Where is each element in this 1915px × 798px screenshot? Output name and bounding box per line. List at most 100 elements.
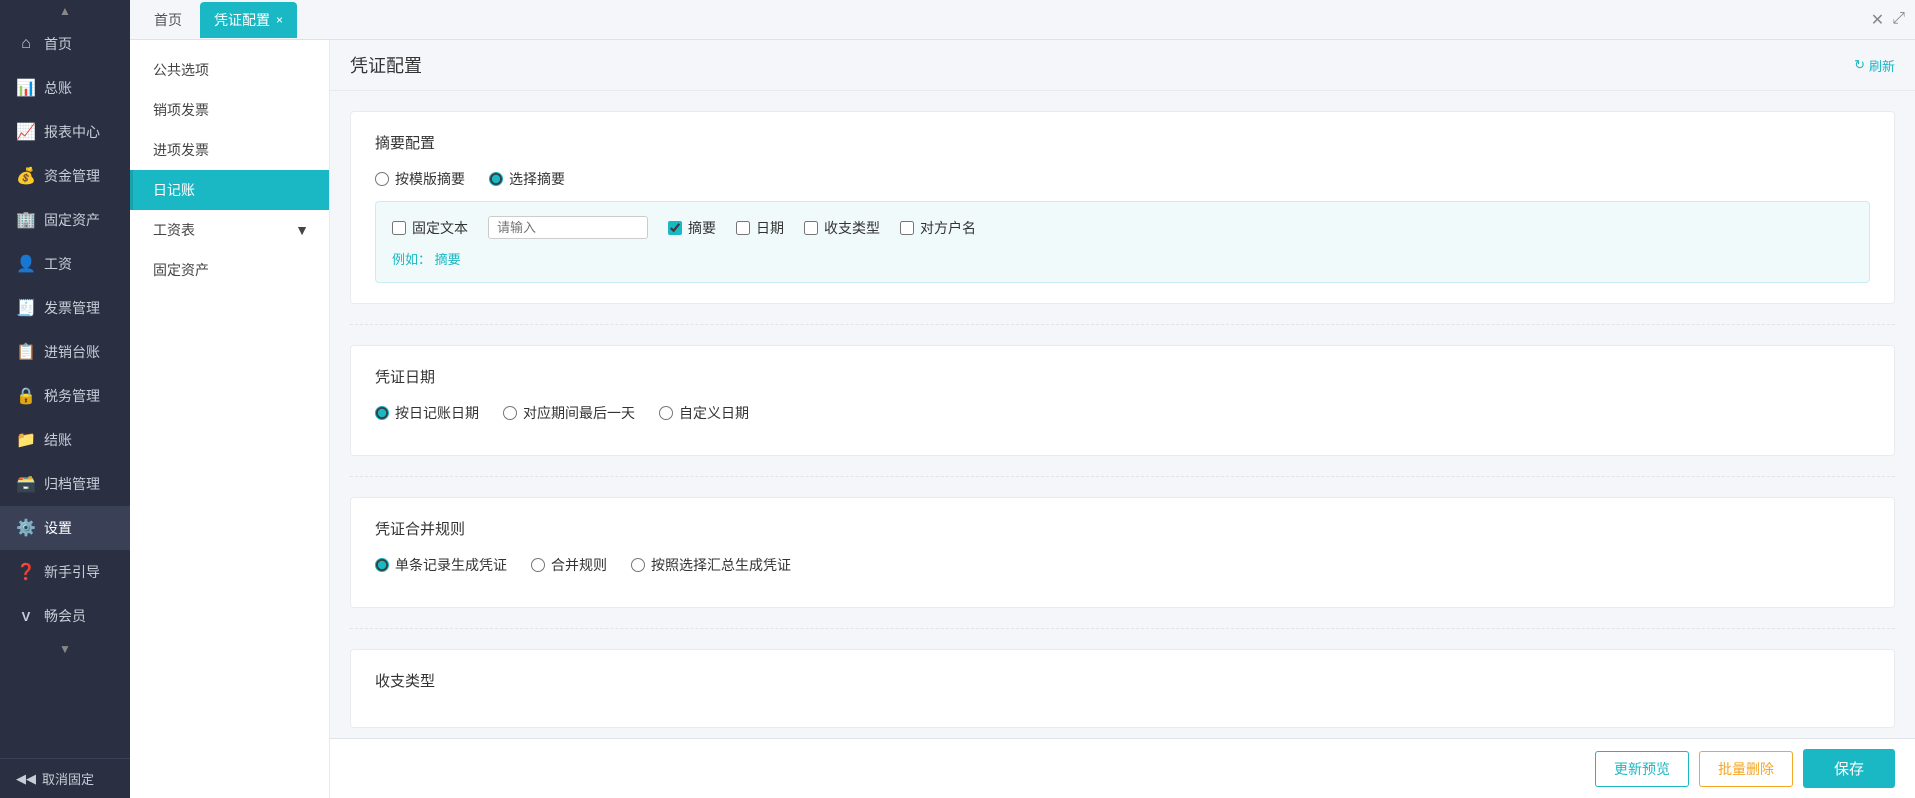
right-content: 摘要配置 按模版摘要 选择摘要	[330, 91, 1915, 738]
purchase-sale-icon: 📋	[16, 342, 36, 362]
sidebar-item-guide[interactable]: ❓ 新手引导	[0, 550, 130, 594]
abstract-mode-select-radio[interactable]	[489, 172, 503, 186]
checkbox-income-type[interactable]: 收支类型	[804, 218, 880, 238]
abstract-options-panel: 固定文本 摘要 日期	[375, 201, 1870, 283]
merge-single-radio[interactable]	[375, 558, 389, 572]
abstract-config-section: 摘要配置 按模版摘要 选择摘要	[350, 111, 1895, 304]
save-button[interactable]: 保存	[1803, 749, 1895, 788]
counterpart-checkbox[interactable]	[900, 221, 914, 235]
archive-icon: 🗃️	[16, 474, 36, 494]
tab-bar-actions: ✕ ⤢	[1871, 10, 1905, 30]
settings-icon: ⚙️	[16, 518, 36, 538]
sidebar-item-home[interactable]: ⌂ 首页	[0, 22, 130, 66]
sidebar-unpin-button[interactable]: ◀◀ 取消固定	[0, 758, 130, 798]
nav-purchase-invoice[interactable]: 进项发票	[130, 130, 329, 170]
invoice-mgmt-icon: 🧾	[16, 298, 36, 318]
checkbox-fixed-text[interactable]: 固定文本	[392, 218, 468, 238]
sidebar-item-vip[interactable]: V 畅会员	[0, 594, 130, 638]
sidebar: ▲ ⌂ 首页 📊 总账 📈 报表中心 💰 资金管理 🏢 固定资产 👤 工资 🧾 …	[0, 0, 130, 798]
merge-option-rule[interactable]: 合并规则	[531, 555, 607, 575]
fixed-text-input[interactable]	[488, 216, 648, 239]
vip-icon: V	[16, 609, 36, 624]
tab-voucher-config[interactable]: 凭证配置 ×	[200, 2, 297, 38]
merge-option-single[interactable]: 单条记录生成凭证	[375, 555, 507, 575]
fixed-text-checkbox[interactable]	[392, 221, 406, 235]
date-checkbox[interactable]	[736, 221, 750, 235]
sidebar-item-purchase-sale[interactable]: 📋 进销台账	[0, 330, 130, 374]
tab-bar: 首页 凭证配置 × ✕ ⤢	[130, 0, 1915, 40]
date-section-title: 凭证日期	[375, 366, 1870, 387]
abstract-mode-template[interactable]: 按模版摘要	[375, 169, 465, 189]
tax-icon: 🔒	[16, 386, 36, 406]
left-nav: 公共选项 销项发票 进项发票 日记账 工资表 ▼ 固定资产	[130, 40, 330, 798]
main-area: 首页 凭证配置 × ✕ ⤢ 公共选项 销项发票 进项发票 日记账	[130, 0, 1915, 798]
income-type-checkbox[interactable]	[804, 221, 818, 235]
checkbox-abstract[interactable]: 摘要	[668, 218, 716, 238]
date-option-custom[interactable]: 自定义日期	[659, 403, 749, 423]
reports-icon: 📈	[16, 122, 36, 142]
merge-radio-group: 单条记录生成凭证 合并规则 按照选择汇总生成凭证	[375, 555, 1870, 575]
date-radio-group: 按日记账日期 对应期间最后一天 自定义日期	[375, 403, 1870, 423]
nav-payroll-arrow: ▼	[295, 222, 309, 238]
tab-home[interactable]: 首页	[140, 2, 196, 38]
nav-journal[interactable]: 日记账	[130, 170, 329, 210]
refresh-button[interactable]: ↻ 刷新	[1854, 56, 1895, 75]
funds-icon: 💰	[16, 166, 36, 186]
date-option-journal[interactable]: 按日记账日期	[375, 403, 479, 423]
sidebar-item-salary[interactable]: 👤 工资	[0, 242, 130, 286]
close-accounts-icon: 📁	[16, 430, 36, 450]
date-journal-radio[interactable]	[375, 406, 389, 420]
page-header: 凭证配置 ↻ 刷新	[330, 40, 1915, 91]
content-area: 公共选项 销项发票 进项发票 日记账 工资表 ▼ 固定资产 凭证配置	[130, 40, 1915, 798]
batch-delete-button[interactable]: 批量删除	[1699, 751, 1793, 787]
refresh-icon: ↻	[1854, 57, 1865, 73]
merge-option-select-total[interactable]: 按照选择汇总生成凭证	[631, 555, 791, 575]
nav-public[interactable]: 公共选项	[130, 50, 329, 90]
abstract-mode-template-radio[interactable]	[375, 172, 389, 186]
abstract-example: 例如： 摘要	[392, 249, 1853, 268]
nav-payroll[interactable]: 工资表 ▼	[130, 210, 329, 250]
salary-icon: 👤	[16, 254, 36, 274]
checkbox-counterpart[interactable]: 对方户名	[900, 218, 976, 238]
abstract-mode-radio-group: 按模版摘要 选择摘要	[375, 169, 1870, 189]
sidebar-item-settings[interactable]: ⚙️ 设置	[0, 506, 130, 550]
sidebar-item-assets[interactable]: 🏢 固定资产	[0, 198, 130, 242]
sidebar-item-ledger[interactable]: 📊 总账	[0, 66, 130, 110]
date-option-period-last[interactable]: 对应期间最后一天	[503, 403, 635, 423]
sidebar-item-funds[interactable]: 💰 资金管理	[0, 154, 130, 198]
sidebar-item-reports[interactable]: 📈 报表中心	[0, 110, 130, 154]
merge-rule-section: 凭证合并规则 单条记录生成凭证 合并规则	[350, 497, 1895, 608]
merge-select-total-radio[interactable]	[631, 558, 645, 572]
unpin-icon: ◀◀	[16, 771, 36, 787]
sidebar-item-close[interactable]: 📁 结账	[0, 418, 130, 462]
home-icon: ⌂	[16, 35, 36, 53]
maximize-button[interactable]: ⤢	[1892, 10, 1905, 30]
guide-icon: ❓	[16, 562, 36, 582]
abstract-section-title: 摘要配置	[375, 132, 1870, 153]
merge-section-title: 凭证合并规则	[375, 518, 1870, 539]
date-period-last-radio[interactable]	[503, 406, 517, 420]
income-type-section-title: 收支类型	[375, 670, 1870, 691]
bottom-bar: 更新预览 批量删除 保存	[330, 738, 1915, 798]
update-preview-button[interactable]: 更新预览	[1595, 751, 1689, 787]
assets-icon: 🏢	[16, 210, 36, 230]
abstract-options-row: 固定文本 摘要 日期	[392, 216, 1853, 239]
sidebar-scroll-up[interactable]: ▲	[0, 0, 130, 22]
income-type-section: 收支类型	[350, 649, 1895, 728]
merge-rule-radio[interactable]	[531, 558, 545, 572]
date-custom-radio[interactable]	[659, 406, 673, 420]
abstract-mode-select[interactable]: 选择摘要	[489, 169, 565, 189]
sidebar-item-tax[interactable]: 🔒 税务管理	[0, 374, 130, 418]
nav-sale-invoice[interactable]: 销项发票	[130, 90, 329, 130]
ledger-icon: 📊	[16, 78, 36, 98]
sidebar-item-invoice-mgmt[interactable]: 🧾 发票管理	[0, 286, 130, 330]
page-title: 凭证配置	[350, 52, 422, 78]
nav-fixed-assets[interactable]: 固定资产	[130, 250, 329, 290]
tab-close-button[interactable]: ×	[276, 13, 283, 27]
sidebar-item-archive[interactable]: 🗃️ 归档管理	[0, 462, 130, 506]
sidebar-scroll-down[interactable]: ▼	[0, 638, 130, 660]
abstract-checkbox[interactable]	[668, 221, 682, 235]
checkbox-date[interactable]: 日期	[736, 218, 784, 238]
minimize-button[interactable]: ✕	[1871, 10, 1884, 30]
voucher-date-section: 凭证日期 按日记账日期 对应期间最后一天	[350, 345, 1895, 456]
